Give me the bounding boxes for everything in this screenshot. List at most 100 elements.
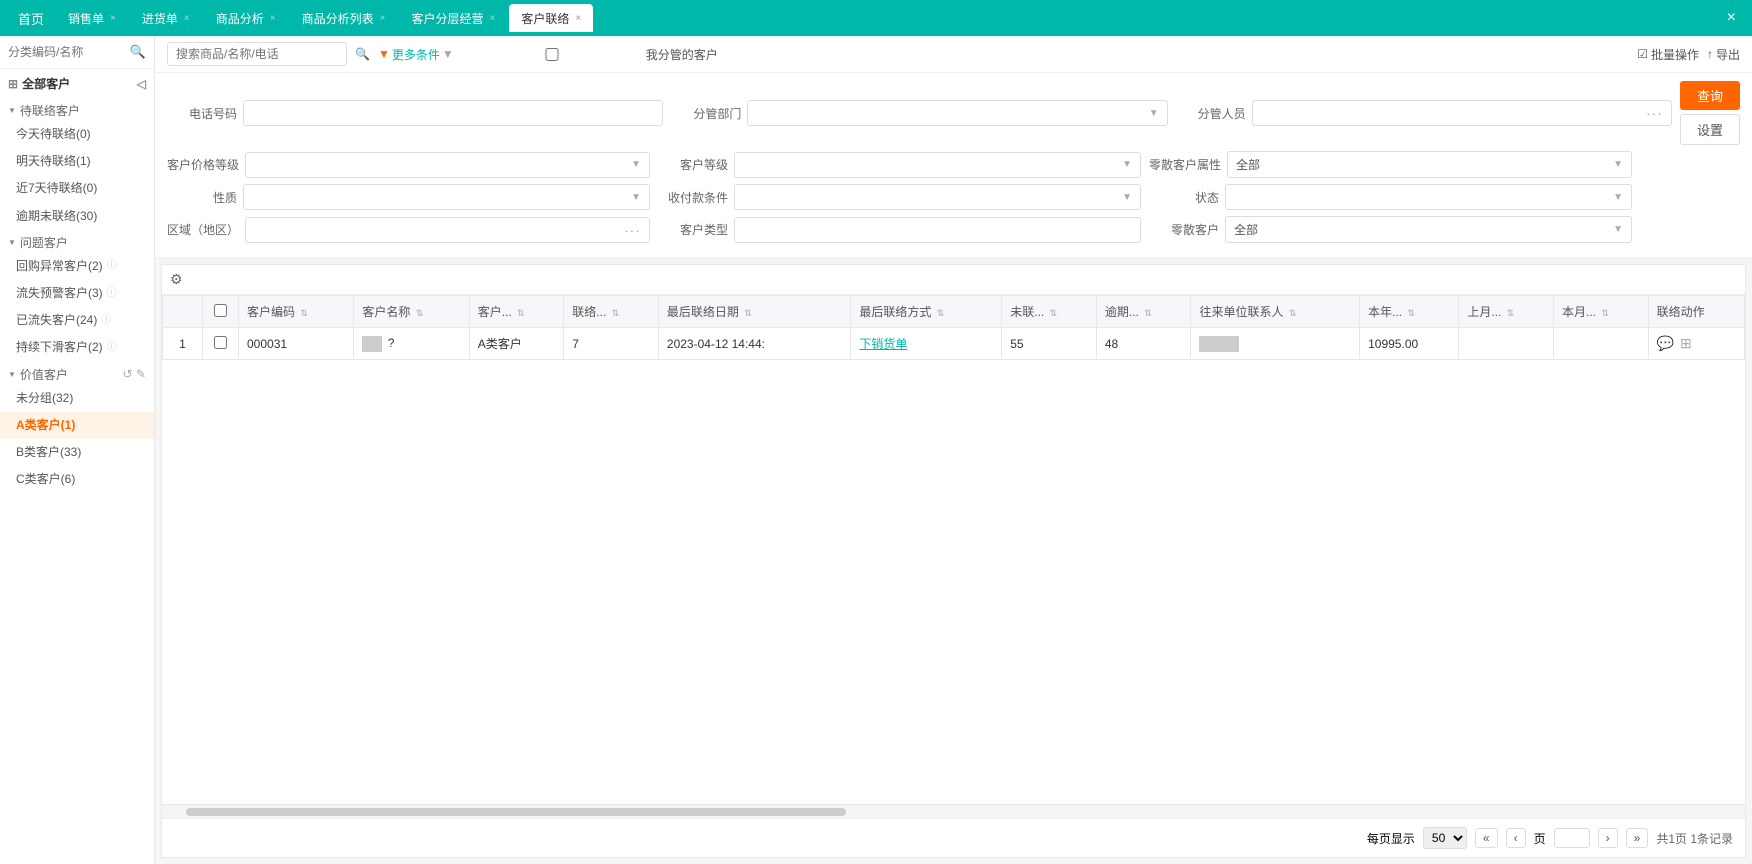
horizontal-scrollbar[interactable] (186, 808, 846, 816)
sidebar-item-churned[interactable]: 已流失客户(24) ⓘ (0, 307, 154, 334)
sidebar-item-unclassified[interactable]: 未分组(32) (0, 385, 154, 412)
my-customer-checkbox[interactable] (462, 48, 642, 61)
table-scroll[interactable]: 客户编码 ⇅ 客户名称 ⇅ 客户... ⇅ (162, 295, 1745, 804)
close-all-tabs[interactable]: × (1719, 9, 1744, 27)
filter-row-1: 电话号码 分管部门 ▼ 分管人员 ··· (167, 81, 1740, 145)
col-no-contact[interactable]: 未联... ⇅ (1002, 296, 1097, 328)
row-checkbox[interactable] (214, 336, 227, 349)
nav-tab-analysis[interactable]: 商品分析 × (204, 4, 288, 32)
filter-retail-customer-select[interactable]: 全部 ▼ (1225, 216, 1632, 243)
close-tab-purchase[interactable]: × (184, 13, 190, 24)
col-this-year[interactable]: 本年... ⇅ (1360, 296, 1459, 328)
nav-home[interactable]: 首页 (8, 5, 54, 32)
bulk-op-btn[interactable]: ☑ 批量操作 (1637, 46, 1699, 63)
nav-tab-analysis-list[interactable]: 商品分析列表 × (290, 4, 398, 32)
col-last-month[interactable]: 上月... ⇅ (1459, 296, 1554, 328)
col-name[interactable]: 客户名称 ⇅ (354, 296, 469, 328)
table-settings-icon[interactable]: ⚙ (170, 271, 183, 288)
data-table: 客户编码 ⇅ 客户名称 ⇅ 客户... ⇅ (162, 295, 1745, 360)
search-input[interactable] (167, 42, 347, 66)
sidebar-search-icon[interactable]: 🔍 (130, 44, 146, 60)
row-name: ? (354, 328, 469, 360)
next-page-btn[interactable]: › (1598, 828, 1618, 848)
close-tab-analysis[interactable]: × (270, 13, 276, 24)
first-page-btn[interactable]: « (1475, 828, 1498, 848)
col-type[interactable]: 客户... ⇅ (469, 296, 564, 328)
col-contacts[interactable]: 联络... ⇅ (564, 296, 659, 328)
sort-icon-last-month: ⇅ (1507, 308, 1515, 318)
sort-icon-unit-contact: ⇅ (1289, 308, 1297, 318)
sidebar-search-input[interactable] (8, 45, 130, 59)
action-qr-icon[interactable]: ⊞ (1680, 335, 1692, 352)
nav-tab-sales[interactable]: 销售单 × (56, 4, 128, 32)
row-overdue: 48 (1096, 328, 1191, 360)
sort-icon-contacts: ⇅ (612, 308, 620, 318)
collapse-sidebar-icon[interactable]: ◁ (137, 77, 146, 91)
row-this-month (1554, 328, 1649, 360)
my-customer-checkbox-label[interactable]: 我分管的客户 (462, 46, 718, 63)
nav-tab-purchase[interactable]: 进货单 × (130, 4, 202, 32)
filter-dept-select[interactable]: ▼ (747, 100, 1167, 126)
prev-page-btn[interactable]: ‹ (1506, 828, 1526, 848)
filter-status-label: 状态 (1149, 189, 1219, 206)
sort-icon-this-month: ⇅ (1601, 308, 1609, 318)
filter-phone-input[interactable] (243, 100, 663, 126)
sidebar-item-declining[interactable]: 持续下滑客户(2) ⓘ (0, 334, 154, 361)
col-unit-contact[interactable]: 往来单位联系人 ⇅ (1191, 296, 1360, 328)
row-name-text: ? (388, 336, 395, 350)
sidebar-item-7day-contact[interactable]: 近7天待联络(0) (0, 175, 154, 202)
sidebar-item-overdue-contact[interactable]: 逾期未联络(30) (0, 203, 154, 230)
filter-price-grade-select[interactable]: ▼ (245, 152, 650, 178)
dept-select-arrow: ▼ (1149, 108, 1159, 119)
close-tab-analysis-list[interactable]: × (380, 13, 386, 24)
action-message-icon[interactable]: 💬 (1657, 335, 1674, 352)
info-icon-1: ⓘ (107, 258, 117, 274)
filter-status-select[interactable]: ▼ (1225, 184, 1632, 210)
export-btn[interactable]: ↑ 导出 (1707, 46, 1740, 63)
col-action: 联络动作 (1648, 296, 1744, 328)
per-page-select[interactable]: 50 (1423, 827, 1467, 849)
close-tab-customer-contact[interactable]: × (575, 13, 581, 24)
filter-customer-grade: 客户等级 ▼ (658, 152, 1141, 178)
filter-manager-select[interactable]: ··· (1252, 100, 1672, 126)
table-container: ⚙ 客户编码 ⇅ (161, 264, 1746, 858)
sidebar-item-tomorrow-contact[interactable]: 明天待联络(1) (0, 148, 154, 175)
filter-customer-type-input[interactable] (734, 217, 1141, 243)
more-filter-btn[interactable]: ▼ 更多条件 ▼ (378, 46, 454, 63)
close-tab-sales[interactable]: × (110, 13, 116, 24)
last-page-btn[interactable]: » (1626, 828, 1649, 848)
row-last-method-link[interactable]: 下销货单 (859, 337, 907, 351)
customer-grade-arrow: ▼ (1122, 159, 1132, 170)
nav-tab-customer-contact[interactable]: 客户联络 × (509, 4, 593, 32)
filter-nature-select[interactable]: ▼ (243, 184, 650, 210)
filter-region-select[interactable]: ··· (245, 217, 650, 243)
nav-tab-customer-segment[interactable]: 客户分层经营 × (399, 4, 507, 32)
filter-retail-attr-select[interactable]: 全部 ▼ (1227, 151, 1632, 178)
sidebar-group-actions[interactable]: ↺ ✎ (123, 367, 146, 381)
filter-customer-grade-select[interactable]: ▼ (734, 152, 1141, 178)
col-last-method[interactable]: 最后联络方式 ⇅ (851, 296, 1002, 328)
sidebar-item-class-c[interactable]: C类客户(6) (0, 466, 154, 493)
query-btn[interactable]: 查询 (1680, 81, 1740, 110)
sidebar-all-customers[interactable]: ⊞ 全部客户 ◁ (0, 69, 154, 98)
col-code[interactable]: 客户编码 ⇅ (239, 296, 354, 328)
page-label: 页 (1534, 830, 1546, 847)
search-icon[interactable]: 🔍 (355, 47, 370, 61)
col-this-month[interactable]: 本月... ⇅ (1554, 296, 1649, 328)
sidebar-item-today-contact[interactable]: 今天待联络(0) (0, 121, 154, 148)
select-all-checkbox[interactable] (214, 304, 227, 317)
col-overdue[interactable]: 逾期... ⇅ (1096, 296, 1191, 328)
row-last-date: 2023-04-12 14:44: (658, 328, 850, 360)
sidebar-item-class-a[interactable]: A类客户(1) (0, 412, 154, 439)
filter-retail-customer: 零散客户 全部 ▼ (1149, 216, 1632, 243)
sidebar-item-class-b[interactable]: B类客户(33) (0, 439, 154, 466)
col-checkbox (203, 296, 239, 328)
filter-payment-select[interactable]: ▼ (734, 184, 1141, 210)
sidebar-item-churn-warning[interactable]: 流失预警客户(3) ⓘ (0, 280, 154, 307)
settings-btn[interactable]: 设置 (1680, 114, 1740, 145)
sidebar-item-repurchase-abnormal[interactable]: 回购异常客户(2) ⓘ (0, 253, 154, 280)
close-tab-customer-segment[interactable]: × (489, 13, 495, 24)
col-last-date[interactable]: 最后联络日期 ⇅ (658, 296, 850, 328)
page-input[interactable]: 1 (1554, 828, 1590, 848)
sidebar-group-problem: ▼ 问题客户 (0, 230, 154, 253)
